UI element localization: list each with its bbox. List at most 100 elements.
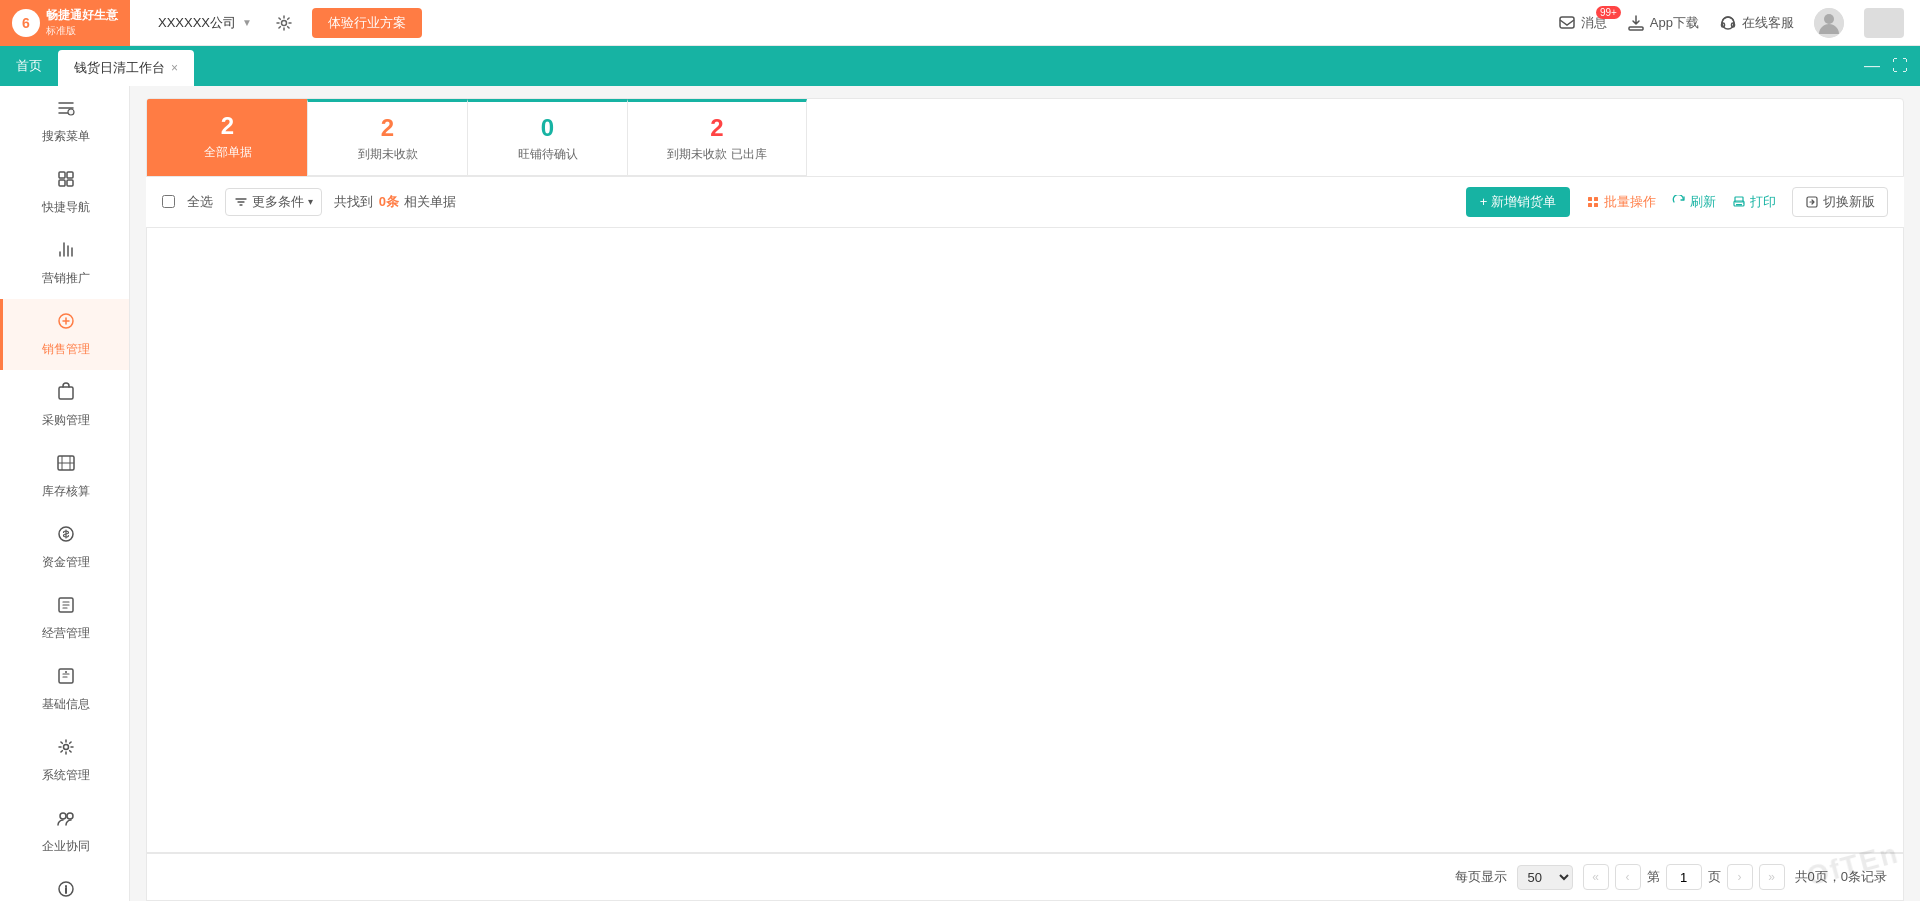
sidebar-item-finance[interactable]: 资金管理 (0, 512, 129, 583)
found-text: 共找到 0条 相关单据 (334, 193, 456, 211)
svg-rect-1 (1560, 17, 1574, 28)
refresh-button[interactable]: 刷新 (1672, 193, 1716, 211)
message-item[interactable]: 消息 99+ (1558, 14, 1607, 32)
sidebar-item-operations[interactable]: 经营管理 (0, 583, 129, 654)
filter-chevron-icon: ▾ (308, 196, 313, 207)
sidebar-item-enterprise[interactable]: 企业协同 (0, 796, 129, 867)
stat-overdue[interactable]: 2 到期未收款 (307, 99, 467, 176)
first-page-button[interactable]: « (1583, 864, 1609, 890)
tabs-bar: 首页 钱货日清工作台 × — ⛶ (0, 46, 1920, 86)
sidebar-item-purchase[interactable]: 采购管理 (0, 370, 129, 441)
total-records-text: 共0页，0条记录 (1795, 868, 1887, 886)
toolbar-left: 全选 更多条件 ▾ 共找到 0条 相关单据 (162, 188, 456, 216)
nav-icon (56, 169, 76, 194)
purchase-icon (56, 382, 76, 407)
message-icon (1558, 14, 1576, 32)
tab-home[interactable]: 首页 (0, 46, 58, 86)
tab-maximize-button[interactable]: ⛶ (1892, 57, 1908, 75)
next-page-button[interactable]: › (1727, 864, 1753, 890)
toolbar-right: + 新增销货单 批量操作 刷新 (1466, 187, 1888, 217)
svg-rect-37 (1743, 202, 1744, 203)
sidebar-item-search[interactable]: 搜索菜单 (0, 86, 129, 157)
sidebar-item-basic-info[interactable]: 基础信息 (0, 654, 129, 725)
svg-rect-32 (1588, 203, 1592, 207)
system-icon (56, 737, 76, 762)
settings-button[interactable] (268, 7, 300, 39)
svg-rect-12 (59, 172, 65, 178)
batch-action-button[interactable]: 批量操作 (1586, 193, 1656, 211)
svg-point-22 (65, 671, 67, 673)
message-badge: 99+ (1596, 6, 1621, 19)
online-service-item[interactable]: 在线客服 (1719, 14, 1794, 32)
sidebar: 搜索菜单 快捷导航 营销推广 销售管理 采购管理 (0, 86, 130, 901)
svg-rect-2 (1629, 27, 1643, 30)
sidebar-item-system[interactable]: 系统管理 (0, 725, 129, 796)
user-name-area[interactable] (1864, 8, 1904, 38)
header-right: 消息 99+ App下载 在线客服 (1558, 8, 1904, 38)
print-icon (1732, 195, 1746, 209)
avatar-icon (1814, 8, 1844, 38)
sales-icon (56, 311, 76, 336)
filter-icon (234, 195, 248, 209)
basic-info-icon (56, 666, 76, 691)
finance-icon (56, 524, 76, 549)
download-icon (1627, 14, 1645, 32)
switch-version-button[interactable]: 切换新版 (1792, 187, 1888, 217)
sidebar-item-nav[interactable]: 快捷导航 (0, 157, 129, 228)
logo-text: 畅捷通好生意 标准版 (46, 8, 118, 37)
toolbar: 全选 更多条件 ▾ 共找到 0条 相关单据 + 新增销货单 (146, 177, 1904, 228)
tab-minimize-button[interactable]: — (1864, 57, 1880, 75)
stats-container: 2 全部单据 2 到期未收款 0 旺铺待确认 2 到期未收款 已出库 (130, 86, 1920, 177)
empty-state (147, 228, 1903, 628)
stat-all-orders[interactable]: 2 全部单据 (147, 99, 307, 176)
gear-icon (276, 15, 292, 31)
svg-point-11 (68, 109, 74, 115)
svg-point-7 (1824, 14, 1834, 24)
stat-overdue-shipped[interactable]: 2 到期未收款 已出库 (627, 99, 807, 176)
last-page-button[interactable]: » (1759, 864, 1785, 890)
top-header: 6 畅捷通好生意 标准版 XXXXXX公司 ▼ 体验行业方案 消息 99+ (0, 0, 1920, 46)
avatar[interactable] (1814, 8, 1844, 38)
marketing-icon (56, 240, 76, 265)
sidebar-item-inventory[interactable]: 库存核算 (0, 441, 129, 512)
select-all-checkbox[interactable] (162, 195, 175, 208)
app-download-item[interactable]: App下载 (1627, 14, 1699, 32)
stats-row: 2 全部单据 2 到期未收款 0 旺铺待确认 2 到期未收款 已出库 (146, 98, 1904, 177)
company-selector[interactable]: XXXXXX公司 ▼ (150, 10, 260, 36)
content-area: 2 全部单据 2 到期未收款 0 旺铺待确认 2 到期未收款 已出库 (130, 86, 1920, 901)
sidebar-item-marketing[interactable]: 营销推广 (0, 228, 129, 299)
logo-area[interactable]: 6 畅捷通好生意 标准版 (0, 0, 130, 46)
page-navigation: « ‹ 第 页 › » (1583, 864, 1785, 890)
tabs-right-actions: — ⛶ (1864, 57, 1920, 75)
sidebar-item-guide[interactable]: 新手引导 (0, 867, 129, 901)
print-button[interactable]: 打印 (1732, 193, 1776, 211)
tab-close-button[interactable]: × (171, 61, 178, 75)
prev-page-button[interactable]: ‹ (1615, 864, 1641, 890)
batch-icon (1586, 195, 1600, 209)
stat-wangpu[interactable]: 0 旺铺待确认 (467, 99, 627, 176)
svg-rect-17 (59, 387, 73, 399)
svg-rect-14 (59, 180, 65, 186)
svg-point-23 (64, 745, 69, 750)
more-filters-button[interactable]: 更多条件 ▾ (225, 188, 322, 216)
headset-icon (1719, 14, 1737, 32)
logo-icon: 6 (12, 9, 40, 37)
new-order-button[interactable]: + 新增销货单 (1466, 187, 1570, 217)
svg-rect-36 (1736, 204, 1742, 206)
svg-rect-13 (67, 172, 73, 178)
inventory-icon (56, 453, 76, 478)
svg-rect-15 (67, 180, 73, 186)
page-number-input[interactable] (1666, 864, 1702, 890)
svg-point-25 (67, 813, 73, 819)
table-area (146, 228, 1904, 853)
svg-rect-33 (1594, 203, 1598, 207)
tab-active[interactable]: 钱货日清工作台 × (58, 50, 194, 86)
pagination-bar: 每页显示 50 100 200 « ‹ 第 页 › » 共0页，0条记录 (146, 853, 1904, 901)
chevron-down-icon: ▼ (242, 17, 252, 28)
industry-button[interactable]: 体验行业方案 (312, 8, 422, 38)
svg-point-0 (281, 20, 286, 25)
sidebar-item-sales[interactable]: 销售管理 (0, 299, 129, 370)
enterprise-icon (56, 808, 76, 833)
refresh-icon (1672, 195, 1686, 209)
page-size-select[interactable]: 50 100 200 (1517, 865, 1573, 890)
